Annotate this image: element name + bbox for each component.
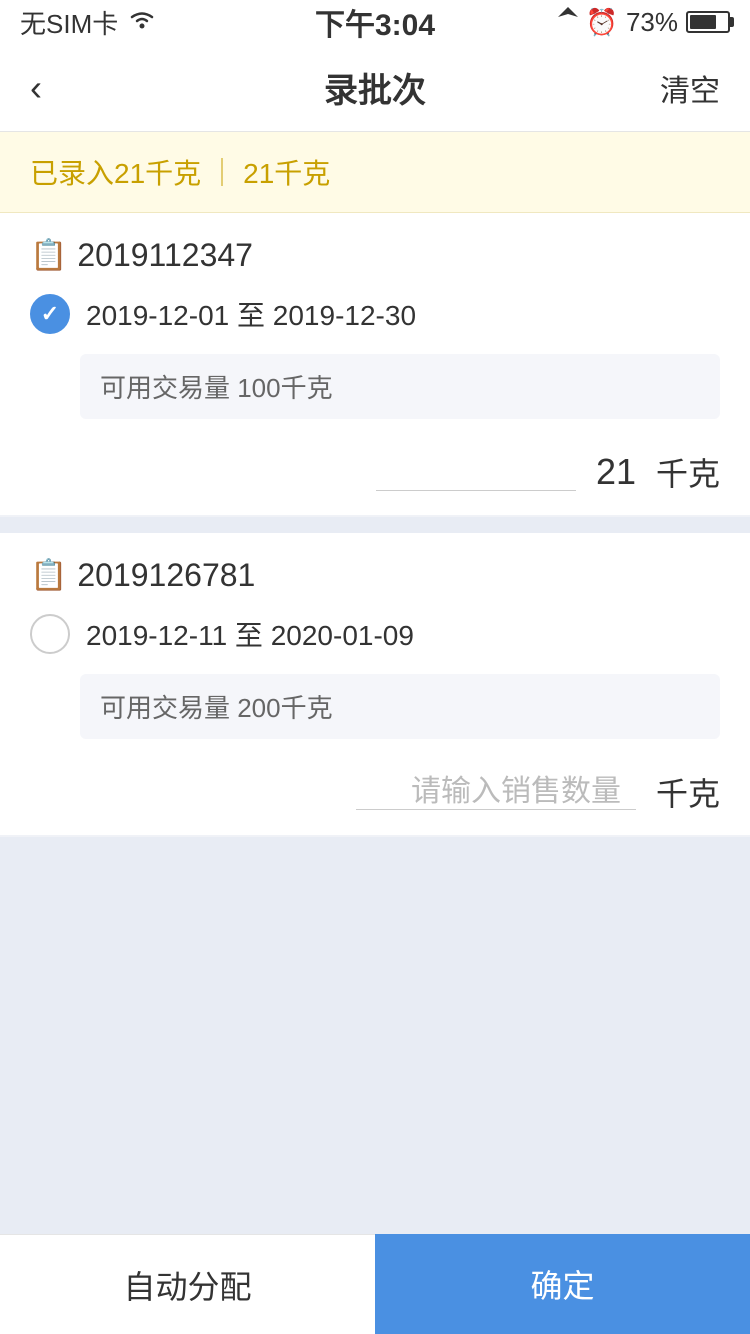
alarm-icon: ⏰ [586,7,618,38]
batch-card-2: 📋 2019126781 2019-12-11 至 2020-01-09 可用交… [0,533,750,835]
batch-number-2: 2019126781 [77,557,255,594]
batch-date-1: 2019-12-01 至 2019-12-30 [86,294,416,334]
summary-divider [221,158,223,186]
batch-doc-icon-2: 📋 [30,558,67,593]
footer: 自动分配 确定 [0,1234,750,1334]
summary-bar: 已录入21千克 21千克 [0,132,750,213]
back-button[interactable]: ‹ [30,67,42,109]
carrier-text: 无SIM卡 [20,4,118,41]
batch-number-1: 2019112347 [77,237,253,274]
batch-date-row-2[interactable]: 2019-12-11 至 2020-01-09 [0,604,750,664]
quantity-row-1: 21 千克 [0,429,750,515]
quantity-unit-1: 千克 [656,449,720,495]
quantity-input-2[interactable] [356,775,636,809]
recorded-label: 已录入21千克 [30,152,201,192]
status-bar: 无SIM卡 下午3:04 ⏰ 73% [0,0,750,44]
batch-date-row-1[interactable]: 2019-12-01 至 2019-12-30 [0,284,750,344]
time-display: 下午3:04 [315,0,435,44]
batch-available-2: 可用交易量 200千克 [80,674,720,739]
status-right: ⏰ 73% [558,7,730,38]
battery-percent: 73% [626,7,678,38]
batch-header-2: 📋 2019126781 [0,533,750,604]
quantity-underline-1 [376,490,576,491]
batch-card-1: 📋 2019112347 2019-12-01 至 2019-12-30 可用交… [0,213,750,515]
clear-button[interactable]: 清空 [660,66,720,110]
auto-allocate-button[interactable]: 自动分配 [0,1234,375,1334]
batch-available-1: 可用交易量 100千克 [80,354,720,419]
radio-button-2[interactable] [30,614,70,654]
status-left: 无SIM卡 [20,4,156,41]
batch-date-2: 2019-12-11 至 2020-01-09 [86,614,414,654]
nav-bar: ‹ 录批次 清空 [0,44,750,132]
page-title: 录批次 [324,63,426,112]
input-unit-2: 千克 [656,769,720,815]
quantity-value-1[interactable]: 21 [596,451,636,493]
batch-doc-icon-1: 📋 [30,238,67,273]
wifi-icon [128,7,156,38]
batch-header-1: 📋 2019112347 [0,213,750,284]
confirm-button[interactable]: 确定 [375,1234,750,1334]
total-label: 21千克 [243,152,330,192]
battery-fill [690,15,716,29]
radio-button-1[interactable] [30,294,70,334]
input-row-2: 千克 [0,749,750,835]
separator-1 [0,517,750,533]
battery-icon [686,11,730,33]
location-icon [558,7,578,38]
